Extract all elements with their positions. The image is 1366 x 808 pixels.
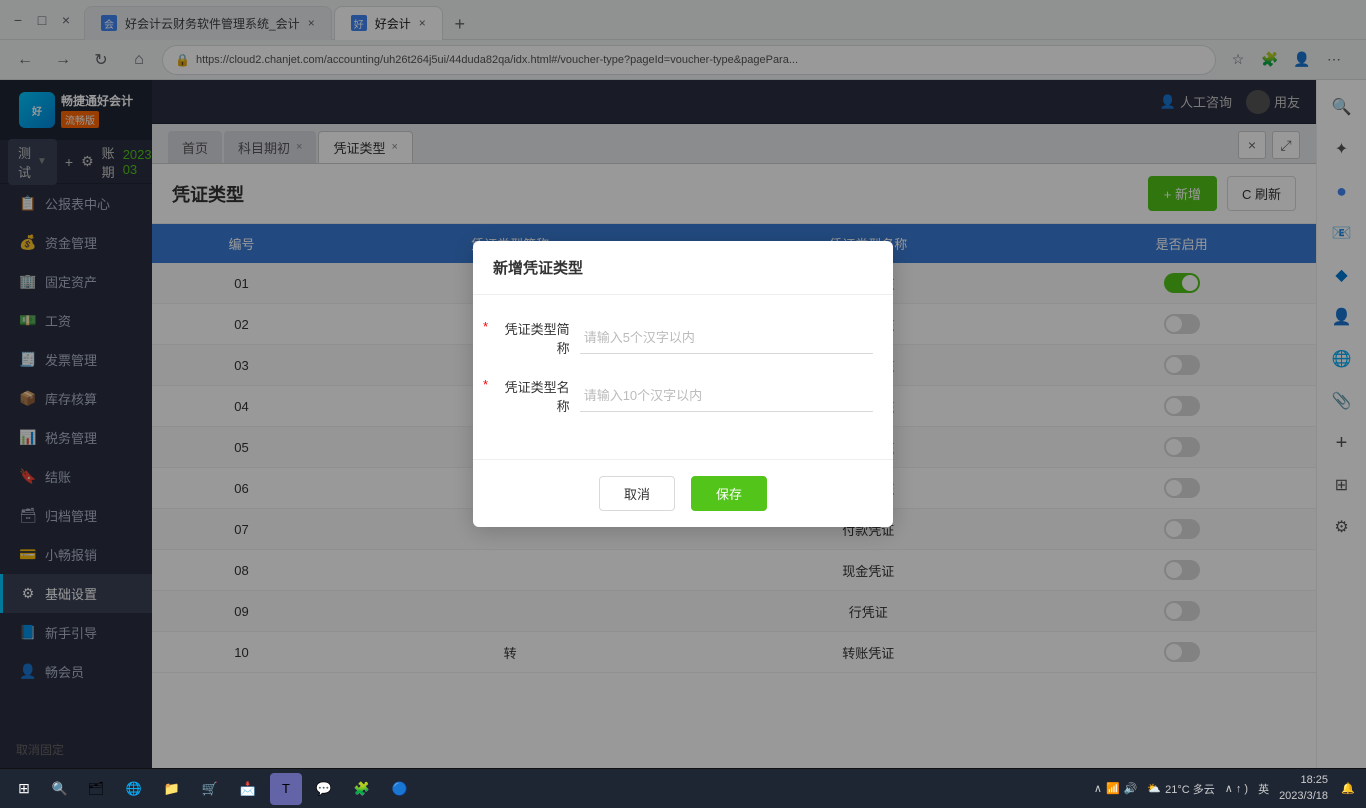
modal-body: 凭证类型简称 凭证类型名称 [473,295,893,459]
taskbar-app-files[interactable]: 🗂 [80,773,112,805]
tray-expand-icon[interactable]: ∧ [1094,782,1102,795]
taskbar-app-browser[interactable]: 🌐 [118,773,150,805]
form-field-short: 凭证类型简称 [493,319,873,357]
short-name-input[interactable] [580,322,873,354]
short-name-label: 凭证类型简称 [493,319,570,357]
modal-header: 新增凭证类型 [473,241,893,295]
taskbar-app-mail[interactable]: 📩 [232,773,264,805]
date-display: 2023/3/18 [1279,789,1328,804]
full-name-label: 凭证类型名称 [493,377,570,415]
taskbar-app-wechat[interactable]: 💬 [308,773,340,805]
form-field-full: 凭证类型名称 [493,377,873,415]
taskbar: ⊞ 🔍 🗂 🌐 📁 🛒 📩 T 💬 🧩 🔵 ∧ 📶 🔊 ⛅ 21°C 多云 ∧ … [0,768,1366,808]
taskbar-app-explorer[interactable]: 📁 [156,773,188,805]
taskbar-right: ∧ 📶 🔊 ⛅ 21°C 多云 ∧ ↑ ) 英 18:25 2023/3/18 … [1094,773,1358,804]
modal-overlay[interactable]: 新增凭证类型 凭证类型简称 凭证类型名称 取消 保存 [0,0,1366,768]
cancel-button[interactable]: 取消 [599,476,675,511]
notification-btn[interactable]: 🔔 [1338,779,1358,799]
taskbar-search-btn[interactable]: 🔍 [46,775,74,803]
network-icon[interactable]: 📶 [1106,782,1120,795]
taskbar-sys-arrows: ∧ ↑ ) [1225,782,1248,795]
taskbar-app-teams[interactable]: T [270,773,302,805]
modal-footer: 取消 保存 [473,459,893,527]
short-name-label-text: 凭证类型简称 [505,322,570,356]
weather-icon: ⛅ [1147,782,1161,795]
taskbar-app-edge[interactable]: 🔵 [384,773,416,805]
sys-tray: ∧ 📶 🔊 [1094,782,1137,795]
start-btn[interactable]: ⊞ [8,773,40,805]
taskbar-app-store[interactable]: 🛒 [194,773,226,805]
weather-text: 21°C 多云 [1165,781,1215,797]
full-name-input[interactable] [580,380,873,412]
modal-title: 新增凭证类型 [493,260,583,277]
taskbar-weather[interactable]: ⛅ 21°C 多云 [1147,781,1214,797]
taskbar-app-app2[interactable]: 🧩 [346,773,378,805]
taskbar-time: 18:25 2023/3/18 [1279,773,1328,804]
save-button[interactable]: 保存 [691,476,767,511]
time-display: 18:25 [1279,773,1328,788]
modal-dialog: 新增凭证类型 凭证类型简称 凭证类型名称 取消 保存 [473,241,893,527]
language-indicator[interactable]: 英 [1258,781,1269,797]
full-name-label-text: 凭证类型名称 [505,380,570,414]
volume-icon[interactable]: 🔊 [1124,782,1138,795]
